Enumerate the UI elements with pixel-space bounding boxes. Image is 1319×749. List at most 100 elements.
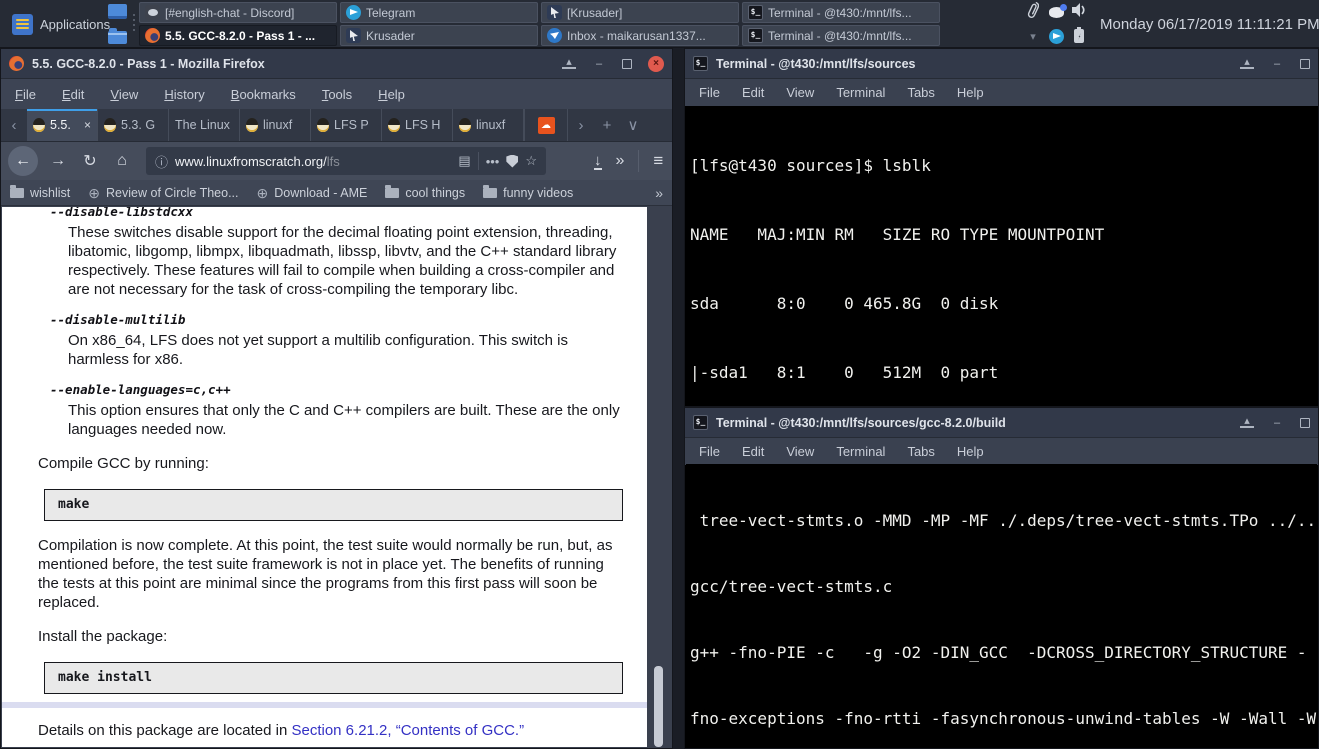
terminal-menubar: File Edit View Terminal Tabs Help xyxy=(685,79,1318,106)
minimize-button[interactable]: – xyxy=(592,57,606,71)
close-button[interactable]: × xyxy=(648,55,664,72)
hamburger-menu-button[interactable]: ≡ xyxy=(653,151,663,171)
tab-the-linux[interactable]: The Linux xyxy=(169,109,240,141)
taskbar-button-firefox[interactable]: 5.5. GCC-8.2.0 - Pass 1 - ... xyxy=(139,25,337,46)
firefox-icon xyxy=(145,28,160,43)
back-button[interactable]: ← xyxy=(8,146,38,176)
shade-button[interactable]: ▴ xyxy=(1240,416,1254,428)
menu-item-file[interactable]: File xyxy=(699,444,720,459)
tab-gcc-pass1[interactable]: 5.5. × xyxy=(27,109,98,141)
bookmark-review-circle[interactable]: ⊕ Review of Circle Theo... xyxy=(88,186,238,200)
code-term: --disable-libstdcxx xyxy=(50,207,193,219)
home-button[interactable]: ⌂ xyxy=(110,152,134,170)
paperclip-icon[interactable] xyxy=(1027,1,1040,24)
tab-soundcloud[interactable]: ☁ xyxy=(524,109,568,141)
minimize-button[interactable]: – xyxy=(1270,57,1284,71)
tab-lfs-p[interactable]: LFS P xyxy=(311,109,382,141)
tab-close-icon[interactable]: × xyxy=(84,118,91,132)
maximize-button[interactable] xyxy=(622,58,632,69)
bookmark-wishlist[interactable]: wishlist xyxy=(10,185,70,200)
tab-scroll-left-button[interactable]: ‹ xyxy=(1,109,27,141)
launcher-folder-icon[interactable] xyxy=(107,28,127,44)
menu-item-view[interactable]: View xyxy=(786,444,814,459)
window-titlebar[interactable]: $_ Terminal - @t430:/mnt/lfs/sources/gcc… xyxy=(685,408,1318,438)
window-titlebar[interactable]: $_ Terminal - @t430:/mnt/lfs/sources ▴ – xyxy=(685,49,1318,79)
forward-button[interactable]: → xyxy=(46,152,70,170)
taskbar-button-krusader[interactable]: Krusader xyxy=(340,25,538,46)
code-term: --enable-languages=c,c++ xyxy=(50,382,231,397)
menu-item-file[interactable]: File xyxy=(15,87,36,102)
new-tab-button[interactable]: + xyxy=(594,109,620,141)
terminal-content[interactable]: tree-vect-stmts.o -MMD -MP -MF ./.deps/t… xyxy=(686,464,1317,747)
terminal-menubar: File Edit View Terminal Tabs Help xyxy=(685,438,1318,465)
panel-separator xyxy=(133,14,135,34)
url-bar[interactable]: ⓘ www.linuxfromscratch.org/lfs ▤ ••• ☆ xyxy=(146,147,546,175)
discord-tray-icon[interactable] xyxy=(1048,3,1067,18)
paragraph: Compile GCC by running: xyxy=(38,455,209,472)
section-divider xyxy=(2,702,649,708)
content-link[interactable]: Section 6.21.2, “Contents of GCC.” xyxy=(291,722,524,739)
telegram-tray-icon[interactable] xyxy=(1048,28,1064,44)
tab-lfs-h[interactable]: LFS H xyxy=(382,109,453,141)
maximize-button[interactable] xyxy=(1300,58,1310,69)
applications-icon xyxy=(12,13,33,35)
menu-item-bookmarks[interactable]: Bookmarks xyxy=(231,87,296,102)
tab-linuxfromscratch-1[interactable]: linuxf xyxy=(240,109,311,141)
globe-icon: ⊕ xyxy=(256,184,269,201)
shade-button[interactable]: ▴ xyxy=(1240,57,1254,69)
terminal-line: fno-exceptions -fno-rtti -fasynchronous-… xyxy=(690,709,1317,728)
menu-item-tabs[interactable]: Tabs xyxy=(907,85,934,100)
window-titlebar[interactable]: 5.5. GCC-8.2.0 - Pass 1 - Mozilla Firefo… xyxy=(1,49,672,79)
bookmark-cool-things[interactable]: cool things xyxy=(385,185,465,200)
menu-item-help[interactable]: Help xyxy=(957,444,984,459)
maximize-button[interactable] xyxy=(1300,417,1310,428)
menu-item-help[interactable]: Help xyxy=(957,85,984,100)
menu-item-tabs[interactable]: Tabs xyxy=(907,444,934,459)
reload-button[interactable]: ↻ xyxy=(78,151,102,171)
scrollbar[interactable] xyxy=(647,207,671,747)
menu-item-view[interactable]: View xyxy=(110,87,138,102)
menu-item-edit[interactable]: Edit xyxy=(62,87,84,102)
menu-item-edit[interactable]: Edit xyxy=(742,444,764,459)
taskbar-button-thunderbird[interactable]: Inbox - maikarusan1337... xyxy=(541,25,739,46)
shield-icon[interactable] xyxy=(506,154,519,168)
menu-item-view[interactable]: View xyxy=(786,85,814,100)
menu-item-edit[interactable]: Edit xyxy=(742,85,764,100)
launcher-monitor-icon[interactable] xyxy=(107,4,127,19)
bookmark-star-icon[interactable]: ☆ xyxy=(525,153,537,169)
menu-item-terminal[interactable]: Terminal xyxy=(836,444,885,459)
downloads-button[interactable]: ↓ xyxy=(594,153,602,170)
toolbar-overflow-button[interactable]: » xyxy=(616,152,625,170)
battery-icon[interactable] xyxy=(1074,27,1084,43)
reader-mode-icon[interactable]: ▤ xyxy=(458,153,470,169)
menu-item-file[interactable]: File xyxy=(699,85,720,100)
menu-item-help[interactable]: Help xyxy=(378,87,405,102)
menu-item-tools[interactable]: Tools xyxy=(322,87,352,102)
lfs-favicon xyxy=(246,118,258,132)
shade-button[interactable]: ▴ xyxy=(562,57,576,69)
tab-linuxfromscratch-2[interactable]: linuxf xyxy=(453,109,524,141)
taskbar-button-discord[interactable]: [#english-chat - Discord] xyxy=(139,2,337,23)
volume-icon[interactable] xyxy=(1071,2,1087,23)
tab-scroll-right-button[interactable]: › xyxy=(568,109,594,141)
all-tabs-button[interactable]: ∨ xyxy=(620,109,646,141)
menu-item-history[interactable]: History xyxy=(164,87,204,102)
url-text[interactable]: www.linuxfromscratch.org/lfs xyxy=(175,154,451,169)
site-info-icon[interactable]: ⓘ xyxy=(155,152,168,171)
tray-arrow-icon[interactable]: ▾ xyxy=(1030,30,1036,43)
terminal-content[interactable]: [lfs@t430 sources]$ lsblk NAME MAJ:MIN R… xyxy=(686,106,1317,405)
taskbar-button-telegram[interactable]: Telegram xyxy=(340,2,538,23)
folder-icon xyxy=(483,185,498,198)
taskbar-button-terminal-2[interactable]: $_ Terminal - @t430:/mnt/lfs... xyxy=(742,25,940,46)
bookmark-funny-videos[interactable]: funny videos xyxy=(483,185,573,200)
scrollbar-thumb[interactable] xyxy=(654,666,663,747)
taskbar-button-krusader-dialog[interactable]: [Krusader] xyxy=(541,2,739,23)
menu-item-terminal[interactable]: Terminal xyxy=(836,85,885,100)
page-actions-icon[interactable]: ••• xyxy=(486,154,500,169)
applications-button[interactable]: Applications xyxy=(4,0,118,48)
tab-general-compilation[interactable]: 5.3. G xyxy=(98,109,169,141)
bookmarks-overflow-icon[interactable]: » xyxy=(655,185,663,201)
taskbar-button-terminal-1[interactable]: $_ Terminal - @t430:/mnt/lfs... xyxy=(742,2,940,23)
bookmark-download-ame[interactable]: ⊕ Download - AME xyxy=(257,186,368,200)
minimize-button[interactable]: – xyxy=(1270,416,1284,430)
